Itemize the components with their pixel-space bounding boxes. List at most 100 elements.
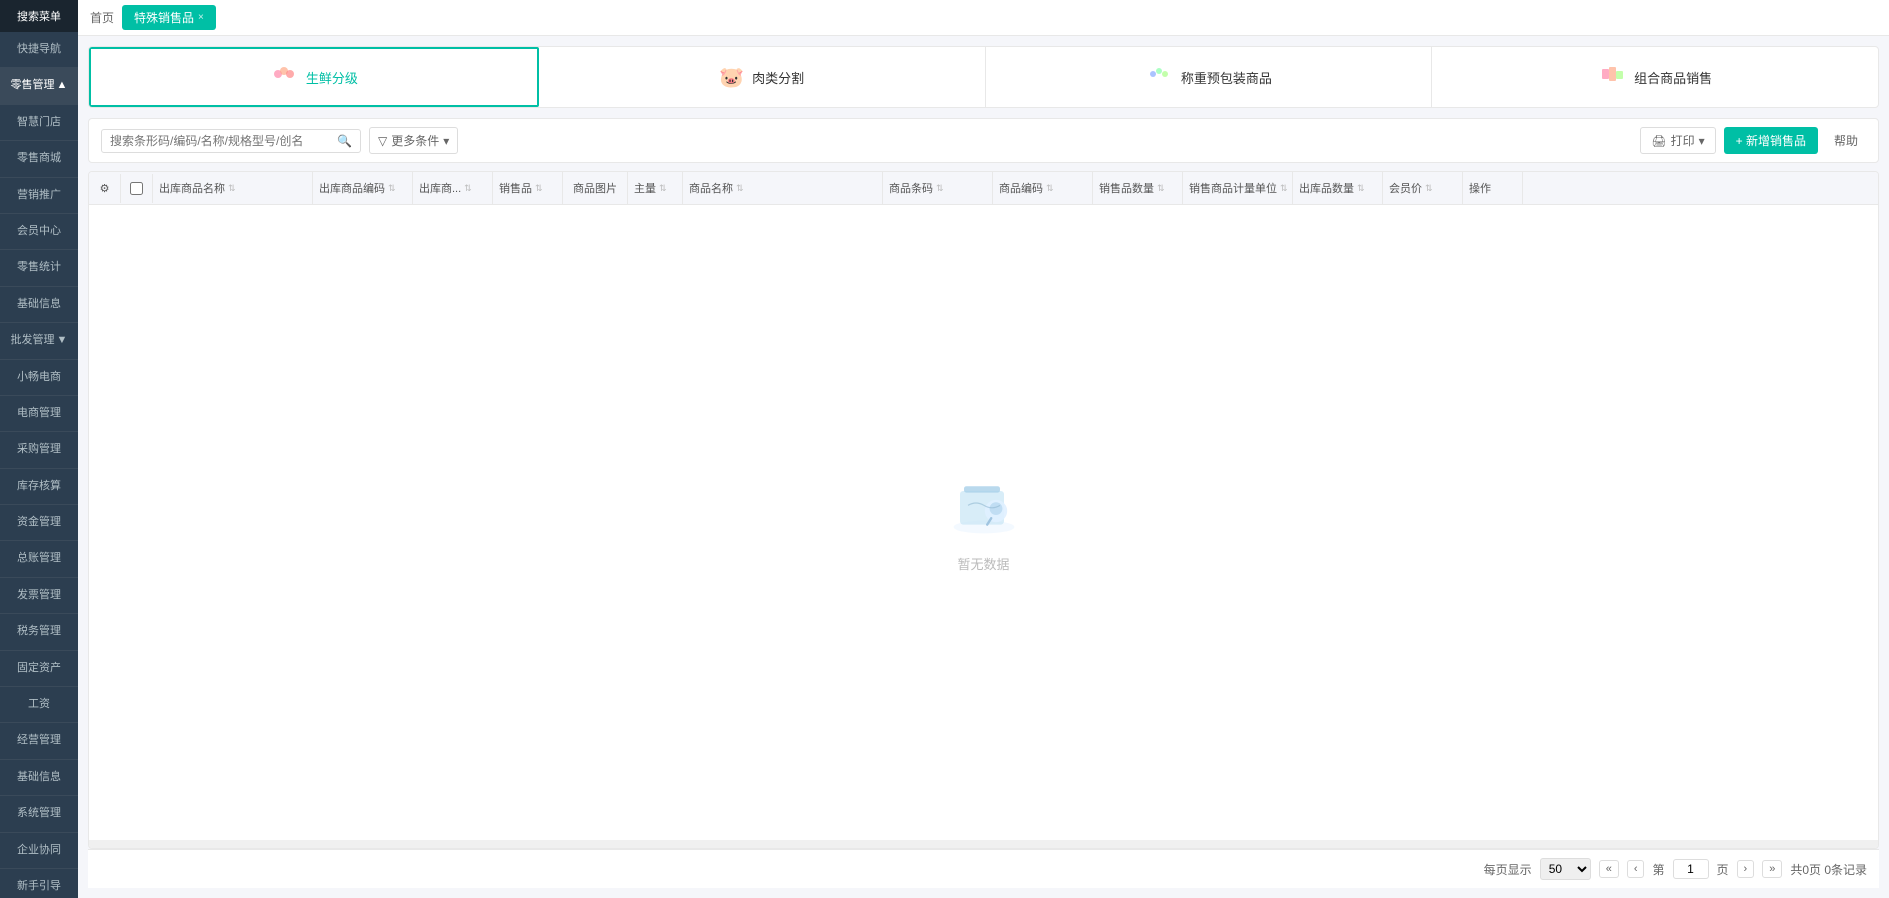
sort-icon[interactable]: ⇅ [1425,183,1433,194]
sidebar-item-marketing[interactable]: 营销推广 [0,178,78,214]
meat-cut-icon: 🐷 [719,65,744,90]
sidebar-item-smart-store[interactable]: 智慧门店 [0,105,78,141]
sort-icon[interactable]: ⇅ [1157,183,1165,194]
tab-combo-label: 组合商品销售 [1634,68,1712,87]
th-outname: 出库商品名称 ⇅ [153,172,313,204]
th-checkbox[interactable] [121,174,153,203]
tab-combo[interactable]: 组合商品销售 [1432,47,1878,107]
topbar: 首页 特殊销售品 × [78,0,1889,36]
fresh-grade-icon [270,63,298,91]
th-settings[interactable]: ⚙ [89,174,121,203]
filter-label: 更多条件 [391,132,439,149]
select-all-checkbox[interactable] [130,182,143,195]
sidebar-item-fixed-assets[interactable]: 固定资产 [0,651,78,687]
sort-icon[interactable]: ⇅ [535,183,543,194]
toolbar: 🔍 ▽ 更多条件 ▾ 🖨 打印 ▾ + 新增销售品 帮助 [88,118,1879,163]
first-page-button[interactable]: « [1599,860,1619,878]
sidebar-item-tax-mgmt[interactable]: 税务管理 [0,614,78,650]
sidebar-item-payroll[interactable]: 工资 [0,687,78,723]
toolbar-right: 🖨 打印 ▾ + 新增销售品 帮助 [1640,127,1866,154]
home-tab[interactable]: 首页 [90,9,114,26]
page-label: 第 [1652,861,1664,878]
th-op: 操作 [1463,172,1523,204]
th-img: 商品图片 [563,172,628,204]
th-qty: 销售品数量 ⇅ [1093,172,1183,204]
sidebar-item-invoice-mgmt[interactable]: 发票管理 [0,578,78,614]
sidebar-item-retail-mgmt[interactable]: 零售管理 ▲ [0,68,78,104]
print-button[interactable]: 🖨 打印 ▾ [1640,127,1715,154]
sort-icon[interactable]: ⇅ [1280,183,1288,194]
sidebar-item-retail-stats[interactable]: 零售统计 [0,250,78,286]
sort-icon[interactable]: ⇅ [936,183,944,194]
sidebar-item-mini-ecom[interactable]: 小畅电商 [0,360,78,396]
sidebar-item-ecom-mgmt[interactable]: 电商管理 [0,396,78,432]
sidebar-item-ops-mgmt[interactable]: 经营管理 [0,723,78,759]
empty-illustration [944,472,1024,542]
sort-icon[interactable]: ⇅ [1357,183,1365,194]
sort-icon[interactable]: ⇅ [1046,183,1054,194]
horizontal-scrollbar[interactable] [89,840,1878,848]
settings-icon: ⚙ [100,182,110,195]
filter-button[interactable]: ▽ 更多条件 ▾ [369,127,458,154]
tab-fresh-grade[interactable]: 生鲜分级 [89,47,539,107]
sidebar-item-newbie[interactable]: 新手引导 [0,869,78,898]
sidebar: 搜索菜单 快捷导航 零售管理 ▲ 智慧门店 零售商城 营销推广 会员中心 零售统… [0,0,78,898]
close-tab-icon[interactable]: × [198,12,204,23]
sidebar-item-basic-info[interactable]: 基础信息 [0,287,78,323]
search-input[interactable] [110,134,333,148]
empty-state: 暂无数据 [944,472,1024,573]
tab-meat-cut[interactable]: 🐷 肉类分割 [539,47,986,107]
th-unit: 销售商品计量单位 ⇅ [1183,172,1293,204]
new-sale-item-button[interactable]: + 新增销售品 [1724,127,1818,154]
prev-page-button[interactable]: ‹ [1627,860,1645,878]
sidebar-item-company-coop[interactable]: 企业协同 [0,833,78,869]
combo-icon [1598,63,1626,91]
sort-icon[interactable]: ⇅ [659,183,667,194]
sidebar-item-general-ledger[interactable]: 总账管理 [0,541,78,577]
tab-weigh-pack-label: 称重预包装商品 [1181,68,1272,87]
sidebar-item-sys-mgmt[interactable]: 系统管理 [0,796,78,832]
sidebar-item-member[interactable]: 会员中心 [0,214,78,250]
per-page-select[interactable]: 50 10 20 100 [1540,858,1591,880]
th-weight: 主量 ⇅ [628,172,683,204]
total-info: 共0页 0条记录 [1790,861,1867,878]
tab-weigh-pack[interactable]: 称重预包装商品 [986,47,1433,107]
sidebar-item-basic-info2[interactable]: 基础信息 [0,760,78,796]
th-sale: 销售品 ⇅ [493,172,563,204]
page-number-input[interactable] [1673,859,1709,879]
per-page-label: 每页显示 [1484,861,1532,878]
sort-icon[interactable]: ⇅ [228,183,236,194]
page-suffix: 页 [1717,861,1729,878]
filter-icon: ▽ [378,134,387,148]
th-name: 商品名称 ⇅ [683,172,883,204]
th-sku: 商品编码 ⇅ [993,172,1093,204]
sidebar-logo[interactable]: 搜索菜单 [0,0,78,32]
next-page-button[interactable]: › [1737,860,1755,878]
sidebar-item-retail-mall[interactable]: 零售商城 [0,141,78,177]
table-header: ⚙ 出库商品名称 ⇅ 出库商品编码 ⇅ 出库商... [89,172,1878,205]
empty-text: 暂无数据 [957,554,1009,573]
table-container: ⚙ 出库商品名称 ⇅ 出库商品编码 ⇅ 出库商... [88,171,1879,849]
sidebar-item-purchase-mgmt[interactable]: 采购管理 [0,432,78,468]
th-outcode: 出库商品编码 ⇅ [313,172,413,204]
active-tab[interactable]: 特殊销售品 × [122,5,216,30]
sidebar-item-finance[interactable]: 资金管理 [0,505,78,541]
sort-icon[interactable]: ⇅ [736,183,744,194]
th-outsku: 出库商... ⇅ [413,172,493,204]
print-icon: 🖨 [1651,134,1666,148]
sidebar-item-quick-nav[interactable]: 快捷导航 [0,32,78,68]
th-member: 会员价 ⇅ [1383,172,1463,204]
pagination: 每页显示 50 10 20 100 « ‹ 第 页 › » 共0页 0条记录 [88,849,1879,888]
page-content: 生鲜分级 🐷 肉类分割 称重预包装商品 [78,36,1889,898]
search-box[interactable]: 🔍 [101,129,361,153]
print-dropdown-icon: ▾ [1699,134,1705,148]
sort-icon[interactable]: ⇅ [464,183,472,194]
last-page-button[interactable]: » [1762,860,1782,878]
sidebar-item-wholesale-mgmt[interactable]: 批发管理 ▼ [0,323,78,359]
sidebar-item-inventory[interactable]: 库存核算 [0,469,78,505]
help-button[interactable]: 帮助 [1826,128,1866,153]
sort-icon[interactable]: ⇅ [388,183,396,194]
toolbar-left: 🔍 ▽ 更多条件 ▾ [101,127,458,154]
table-body: 暂无数据 [89,205,1878,840]
main-area: 首页 特殊销售品 × 生鲜分级 🐷 肉类分割 [78,0,1889,898]
